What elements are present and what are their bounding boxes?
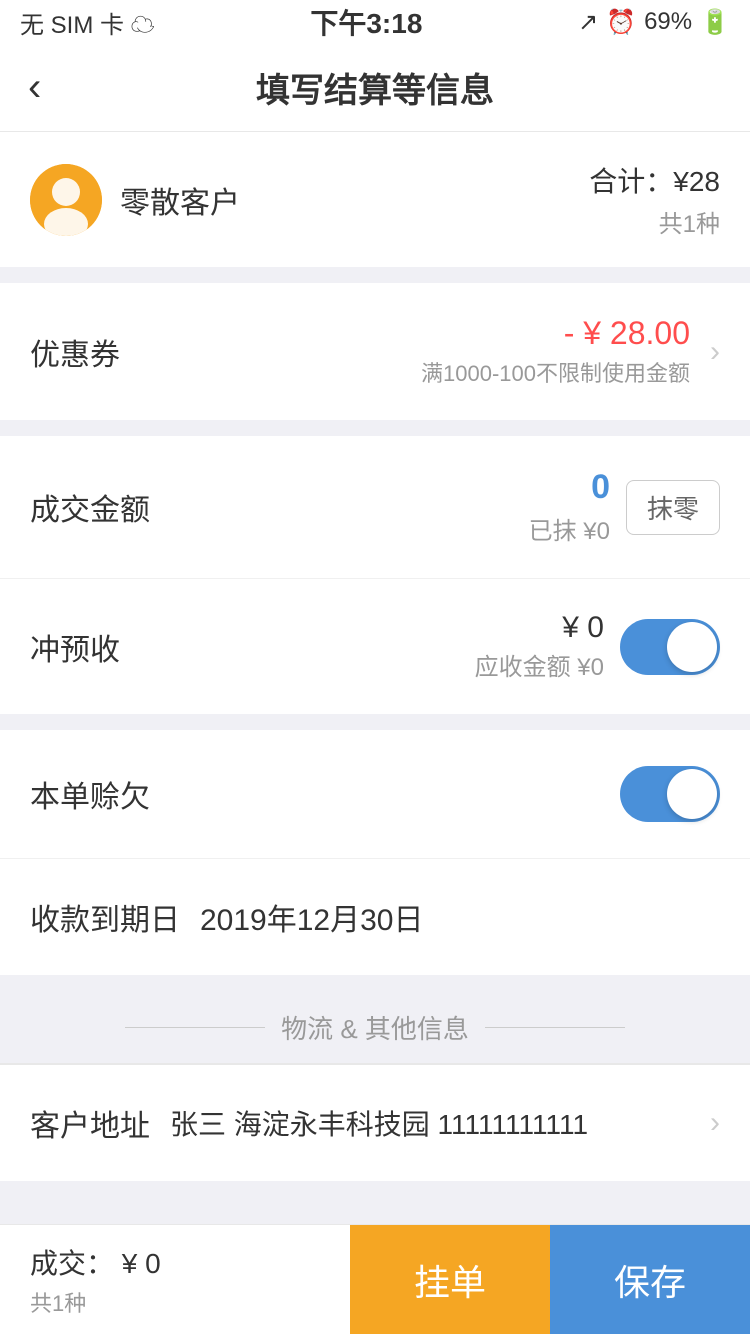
address-value: 张三 海淀永丰科技园 11111111111 — [170, 1103, 706, 1143]
deal-amount-label: 成交金额 — [30, 485, 150, 529]
location-icon: ↗ — [578, 8, 598, 37]
deal-section: 成交金额 0 已抹 ¥0 抹零 冲预收 ¥ 0 应收金额 ¥0 — [0, 436, 750, 714]
duedate-row: 收款到期日 2019年12月30日 — [0, 859, 750, 975]
prepayment-value-area: ¥ 0 应收金额 ¥0 — [475, 611, 604, 682]
coupon-section: 优惠券 - ¥ 28.00 满1000-100不限制使用金额 › — [0, 283, 750, 420]
credit-label: 本单赊欠 — [30, 772, 150, 816]
status-bar: 无 SIM 卡 ☁ 下午3:18 ↗ ⏰ 69% 🔋 — [0, 0, 750, 44]
customer-name: 零散客户 — [120, 178, 240, 222]
duedate-value: 2019年12月30日 — [200, 895, 423, 939]
status-right: ↗ ⏰ 69% 🔋 — [578, 8, 730, 37]
alarm-icon: ⏰ — [606, 8, 636, 37]
nav-bar: ‹ 填写结算等信息 — [0, 44, 750, 132]
toggle-knob — [667, 622, 717, 672]
prepayment-sub: 应收金额 ¥0 — [475, 647, 604, 682]
bottom-bar: 成交： ¥ 0 共1种 挂单 保存 — [0, 1224, 750, 1334]
logistics-label-text: 物流 & 其他信息 — [281, 1009, 469, 1046]
duedate-label: 收款到期日 — [30, 895, 180, 939]
page-title: 填写结算等信息 — [256, 63, 494, 112]
hang-order-button[interactable]: 挂单 — [350, 1225, 550, 1334]
customer-summary: 合计：¥28 共1种 — [589, 160, 720, 239]
status-time: 下午3:18 — [310, 2, 422, 42]
prepayment-label: 冲预收 — [30, 625, 120, 669]
customer-section: 零散客户 合计：¥28 共1种 — [0, 132, 750, 267]
coupon-value: - ¥ 28.00 — [421, 315, 690, 352]
divider-3 — [0, 714, 750, 730]
logistics-section-label: 物流 & 其他信息 — [0, 991, 750, 1063]
divider-4 — [0, 975, 750, 991]
main-content: 零散客户 合计：¥28 共1种 优惠券 - ¥ 28.00 满1000-100不… — [0, 132, 750, 1301]
deal-amount-value-area: 0 已抹 ¥0 — [529, 468, 610, 546]
credit-row: 本单赊欠 — [0, 730, 750, 859]
coupon-label: 优惠券 — [30, 330, 120, 374]
customer-total: 合计：¥28 — [589, 160, 720, 200]
deal-amount-right: 0 已抹 ¥0 抹零 — [529, 468, 720, 546]
coupon-sub: 满1000-100不限制使用金额 — [421, 356, 690, 388]
bottom-deal-amount: 成交： ¥ 0 — [30, 1242, 320, 1282]
save-button[interactable]: 保存 — [550, 1225, 750, 1334]
customer-info-left: 零散客户 — [30, 164, 240, 236]
save-label: 保存 — [614, 1254, 686, 1306]
status-left: 无 SIM 卡 ☁ — [20, 5, 155, 40]
divider-2 — [0, 420, 750, 436]
battery-icon: 🔋 — [700, 8, 730, 37]
coupon-value-area: - ¥ 28.00 满1000-100不限制使用金额 — [421, 315, 690, 388]
hang-order-label: 挂单 — [414, 1254, 486, 1306]
prepayment-value: ¥ 0 — [475, 611, 604, 645]
back-button[interactable]: ‹ — [28, 65, 41, 110]
battery-level: 69% — [644, 8, 692, 36]
coupon-right: - ¥ 28.00 满1000-100不限制使用金额 › — [421, 315, 720, 388]
address-chevron-icon: › — [710, 1106, 720, 1140]
chevron-right-icon: › — [710, 335, 720, 369]
address-label: 客户地址 — [30, 1101, 150, 1145]
prepayment-row: 冲预收 ¥ 0 应收金额 ¥0 — [0, 579, 750, 714]
deal-amount-value: 0 — [529, 468, 610, 507]
credit-toggle[interactable] — [620, 766, 720, 822]
round-zero-button[interactable]: 抹零 — [626, 480, 720, 535]
prepayment-right: ¥ 0 应收金额 ¥0 — [475, 611, 720, 682]
credit-toggle-knob — [667, 769, 717, 819]
prepayment-toggle[interactable] — [620, 619, 720, 675]
bottom-summary: 成交： ¥ 0 共1种 — [0, 1242, 350, 1318]
address-row[interactable]: 客户地址 张三 海淀永丰科技园 11111111111 › — [0, 1065, 750, 1181]
sim-status: 无 SIM 卡 ☁ — [20, 5, 155, 40]
customer-count: 共1种 — [589, 204, 720, 239]
deal-amount-row: 成交金额 0 已抹 ¥0 抹零 — [0, 436, 750, 579]
bottom-item-count: 共1种 — [30, 1286, 320, 1318]
customer-avatar — [30, 164, 102, 236]
coupon-row[interactable]: 优惠券 - ¥ 28.00 满1000-100不限制使用金额 › — [0, 283, 750, 420]
divider-1 — [0, 267, 750, 283]
already-rounded: 已抹 ¥0 — [529, 511, 610, 546]
